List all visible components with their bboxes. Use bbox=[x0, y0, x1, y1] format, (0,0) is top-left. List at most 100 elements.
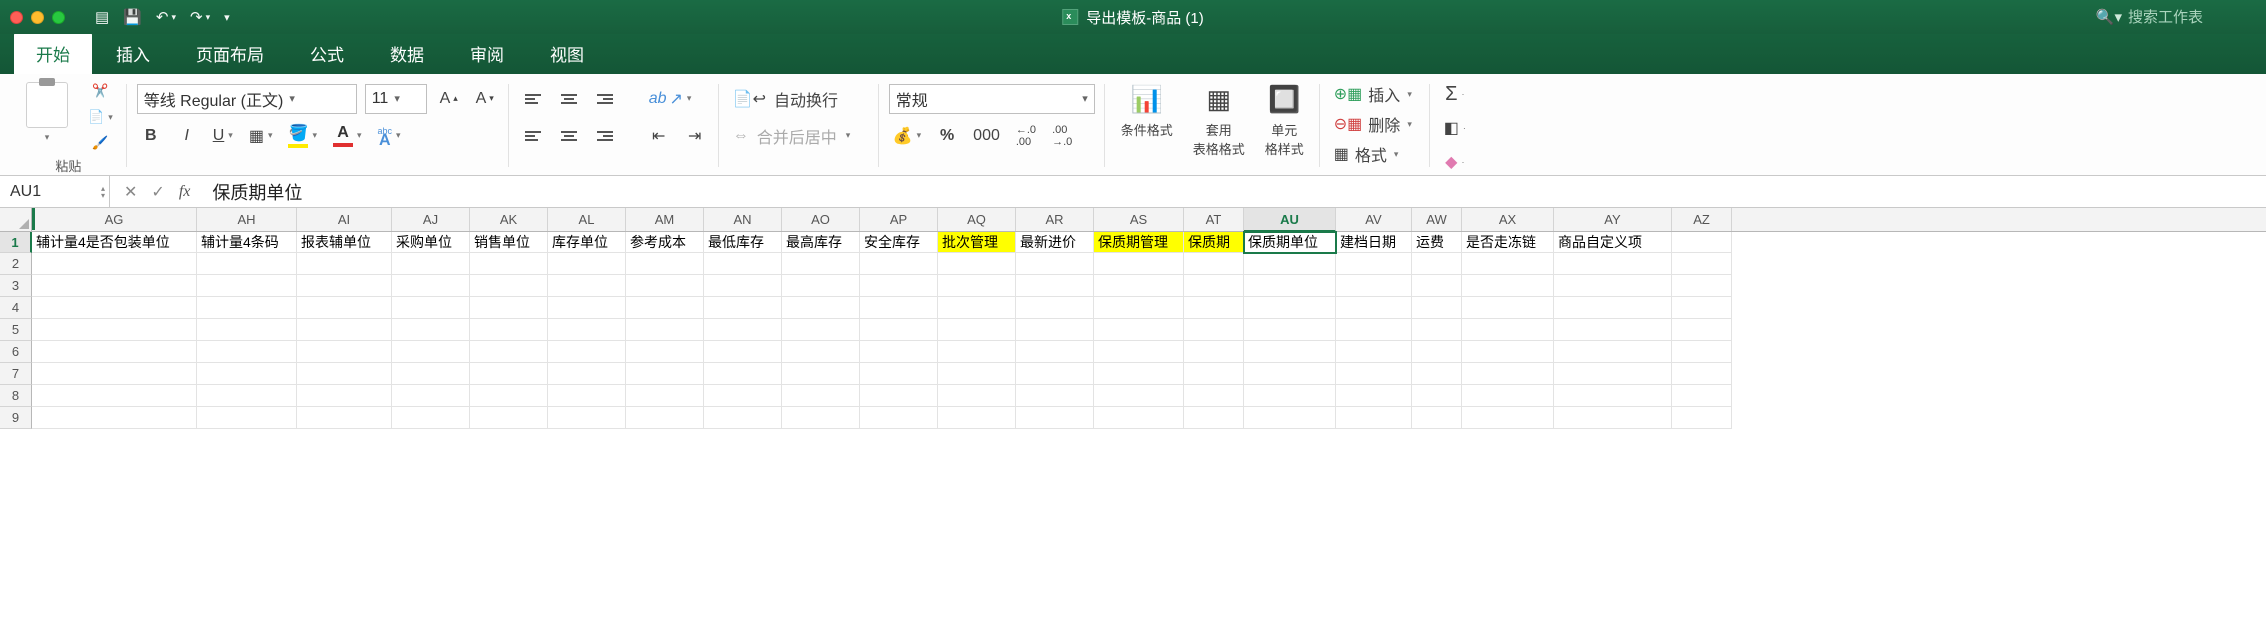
column-header-AU[interactable]: AU bbox=[1244, 208, 1336, 232]
row-header[interactable]: 1 bbox=[0, 232, 32, 253]
cell[interactable] bbox=[1336, 319, 1412, 341]
cell[interactable] bbox=[1672, 407, 1732, 429]
redo-button[interactable]: ↷▾ bbox=[190, 8, 210, 26]
cell[interactable] bbox=[1412, 275, 1462, 297]
row-header[interactable]: 6 bbox=[0, 341, 32, 363]
autosave-icon[interactable]: ▤ bbox=[95, 8, 109, 26]
delete-cells-button[interactable]: ⊖▦删除▾ bbox=[1330, 110, 1420, 138]
column-header-AG[interactable]: AG bbox=[32, 208, 197, 231]
cell[interactable] bbox=[470, 275, 548, 297]
cell[interactable] bbox=[1094, 341, 1184, 363]
select-all-corner[interactable] bbox=[0, 208, 32, 231]
cell[interactable] bbox=[548, 385, 626, 407]
cell[interactable] bbox=[1184, 363, 1244, 385]
header-cell[interactable] bbox=[1672, 232, 1732, 253]
cell[interactable] bbox=[1094, 407, 1184, 429]
cell[interactable] bbox=[197, 253, 297, 275]
cell[interactable] bbox=[197, 363, 297, 385]
cell[interactable] bbox=[1462, 407, 1554, 429]
cell[interactable] bbox=[1412, 341, 1462, 363]
cell[interactable] bbox=[626, 407, 704, 429]
cell[interactable] bbox=[938, 385, 1016, 407]
column-header-AL[interactable]: AL bbox=[548, 208, 626, 231]
percent-button[interactable]: % bbox=[933, 122, 961, 150]
cell[interactable] bbox=[1412, 385, 1462, 407]
search-input[interactable] bbox=[2128, 9, 2248, 26]
cell[interactable] bbox=[1016, 275, 1094, 297]
cell[interactable] bbox=[938, 319, 1016, 341]
cell[interactable] bbox=[1554, 341, 1672, 363]
cell[interactable] bbox=[470, 407, 548, 429]
cell[interactable] bbox=[197, 319, 297, 341]
cell[interactable] bbox=[392, 297, 470, 319]
cell[interactable] bbox=[782, 407, 860, 429]
cell[interactable] bbox=[32, 297, 197, 319]
cell[interactable] bbox=[1412, 297, 1462, 319]
cell[interactable] bbox=[1554, 407, 1672, 429]
cell[interactable] bbox=[197, 385, 297, 407]
cell[interactable] bbox=[1094, 275, 1184, 297]
cell[interactable] bbox=[704, 297, 782, 319]
cell[interactable] bbox=[548, 297, 626, 319]
copy-button[interactable]: 📄▾ bbox=[84, 106, 117, 128]
cell[interactable] bbox=[1094, 253, 1184, 275]
align-center-button[interactable] bbox=[555, 122, 583, 150]
header-cell[interactable]: 安全库存 bbox=[860, 232, 938, 253]
cell[interactable] bbox=[626, 319, 704, 341]
column-header-AY[interactable]: AY bbox=[1554, 208, 1672, 231]
cell[interactable] bbox=[1554, 319, 1672, 341]
cell[interactable] bbox=[1462, 275, 1554, 297]
cell[interactable] bbox=[704, 407, 782, 429]
bold-button[interactable]: B bbox=[137, 122, 165, 150]
cell[interactable] bbox=[1184, 253, 1244, 275]
cell[interactable] bbox=[626, 275, 704, 297]
cell[interactable] bbox=[782, 275, 860, 297]
cell[interactable] bbox=[1244, 297, 1336, 319]
header-cell[interactable]: 保质期 bbox=[1184, 232, 1244, 253]
cell[interactable] bbox=[1554, 297, 1672, 319]
column-header-AQ[interactable]: AQ bbox=[938, 208, 1016, 231]
orientation-button[interactable]: ab↗▾ bbox=[645, 85, 696, 113]
row-header[interactable]: 2 bbox=[0, 253, 32, 275]
decrease-decimal-button[interactable]: .00→.0 bbox=[1048, 122, 1076, 150]
cell[interactable] bbox=[32, 275, 197, 297]
format-painter-button[interactable]: 🖌️ bbox=[84, 132, 117, 154]
enter-formula-button[interactable]: ✓ bbox=[151, 182, 164, 202]
cell[interactable] bbox=[1244, 275, 1336, 297]
cell[interactable] bbox=[1462, 363, 1554, 385]
cell[interactable] bbox=[1412, 253, 1462, 275]
decrease-indent-button[interactable]: ⇤ bbox=[645, 122, 673, 150]
row-header[interactable]: 9 bbox=[0, 407, 32, 429]
cell[interactable] bbox=[297, 297, 392, 319]
header-cell[interactable]: 批次管理 bbox=[938, 232, 1016, 253]
cell[interactable] bbox=[860, 319, 938, 341]
header-cell[interactable]: 商品自定义项 bbox=[1554, 232, 1672, 253]
phonetic-button[interactable]: abcA▾ bbox=[374, 122, 405, 150]
cell[interactable] bbox=[626, 341, 704, 363]
merge-center-button[interactable]: ⇔ 合并后居中▾ bbox=[729, 122, 869, 150]
cell[interactable] bbox=[1672, 275, 1732, 297]
cell[interactable] bbox=[392, 341, 470, 363]
fill-color-button[interactable]: 🪣▾ bbox=[284, 122, 321, 150]
cell[interactable] bbox=[32, 253, 197, 275]
italic-button[interactable]: I bbox=[173, 122, 201, 150]
cell[interactable] bbox=[1462, 341, 1554, 363]
column-header-AX[interactable]: AX bbox=[1462, 208, 1554, 231]
cell[interactable] bbox=[548, 363, 626, 385]
cell[interactable] bbox=[860, 297, 938, 319]
format-as-table-button[interactable]: ▦ 套用 表格格式 bbox=[1187, 80, 1251, 160]
cell[interactable] bbox=[197, 341, 297, 363]
paste-button[interactable]: ▾ bbox=[20, 80, 74, 145]
column-header-AV[interactable]: AV bbox=[1336, 208, 1412, 231]
header-cell[interactable]: 销售单位 bbox=[470, 232, 548, 253]
cell[interactable] bbox=[297, 407, 392, 429]
cell[interactable] bbox=[1672, 297, 1732, 319]
cell[interactable] bbox=[470, 253, 548, 275]
increase-decimal-button[interactable]: ←.0.00 bbox=[1012, 122, 1040, 150]
cell[interactable] bbox=[1094, 297, 1184, 319]
column-header-AZ[interactable]: AZ bbox=[1672, 208, 1732, 231]
header-cell[interactable]: 报表辅单位 bbox=[297, 232, 392, 253]
font-size-select[interactable]: 11▾ bbox=[365, 84, 427, 114]
cell[interactable] bbox=[1244, 363, 1336, 385]
cell[interactable] bbox=[1184, 341, 1244, 363]
